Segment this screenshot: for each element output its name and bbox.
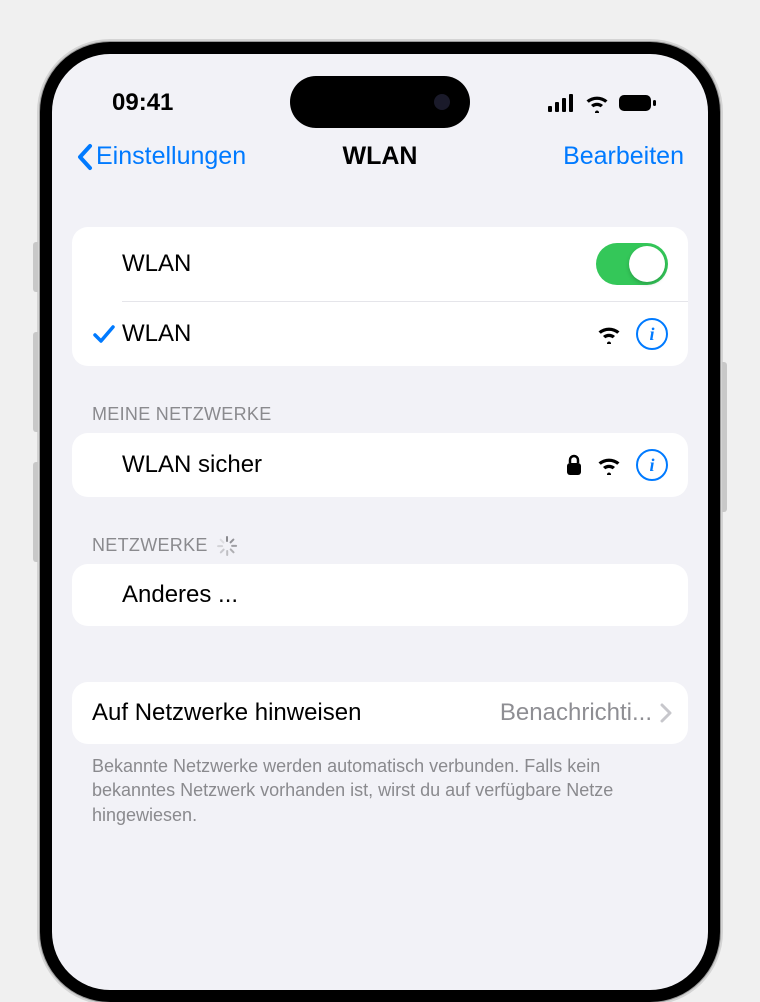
wlan-toggle-label: WLAN [92, 250, 596, 278]
wifi-signal-icon [596, 455, 622, 475]
battery-icon [618, 94, 656, 112]
chevron-right-icon [660, 703, 672, 723]
wifi-signal-icon [596, 324, 622, 344]
lock-icon [566, 454, 582, 476]
my-networks-header: MEINE NETZWERKE [72, 404, 688, 433]
ask-to-join-row[interactable]: Auf Netzwerke hinweisen Benachrichti... [72, 682, 688, 744]
wifi-icon [584, 93, 610, 113]
ask-to-join-card: Auf Netzwerke hinweisen Benachrichti... [72, 682, 688, 744]
checkmark-icon [92, 323, 116, 345]
other-networks-card: Anderes ... [72, 564, 688, 626]
info-button[interactable]: i [636, 318, 668, 350]
connected-network-row[interactable]: WLAN i [72, 302, 688, 366]
page-title: WLAN [343, 142, 418, 171]
other-network-label: Anderes ... [92, 581, 668, 609]
connected-network-name: WLAN [122, 320, 596, 348]
ask-to-join-value: Benachrichti... [500, 699, 652, 727]
other-network-row[interactable]: Anderes ... [72, 564, 688, 626]
networks-header: NETZWERKE [72, 535, 688, 564]
wlan-toggle-row: WLAN [72, 227, 688, 301]
nav-bar: Einstellungen WLAN Bearbeiten [52, 124, 708, 179]
status-icons [548, 93, 668, 113]
status-time: 09:41 [92, 89, 173, 117]
edit-button[interactable]: Bearbeiten [563, 142, 684, 171]
my-networks-card: WLAN sicher i [72, 433, 688, 497]
back-label: Einstellungen [96, 142, 246, 171]
info-button[interactable]: i [636, 449, 668, 481]
chevron-left-icon [76, 143, 94, 171]
spinner-icon [216, 536, 236, 556]
networks-header-label: NETZWERKE [92, 535, 208, 556]
wlan-toggle[interactable] [596, 243, 668, 285]
phone-frame: 09:41 Einstellungen WLAN Bearbeiten WLAN [40, 42, 720, 1002]
screen: 09:41 Einstellungen WLAN Bearbeiten WLAN [52, 54, 708, 990]
ask-to-join-footer: Bekannte Netzwerke werden automatisch ve… [72, 744, 688, 827]
wlan-toggle-card: WLAN WLAN i [72, 227, 688, 366]
dynamic-island [290, 76, 470, 128]
network-row[interactable]: WLAN sicher i [72, 433, 688, 497]
network-name: WLAN sicher [92, 451, 566, 479]
cellular-icon [548, 94, 576, 112]
power-button [722, 362, 727, 512]
ask-to-join-label: Auf Netzwerke hinweisen [92, 699, 500, 727]
back-button[interactable]: Einstellungen [76, 142, 246, 171]
